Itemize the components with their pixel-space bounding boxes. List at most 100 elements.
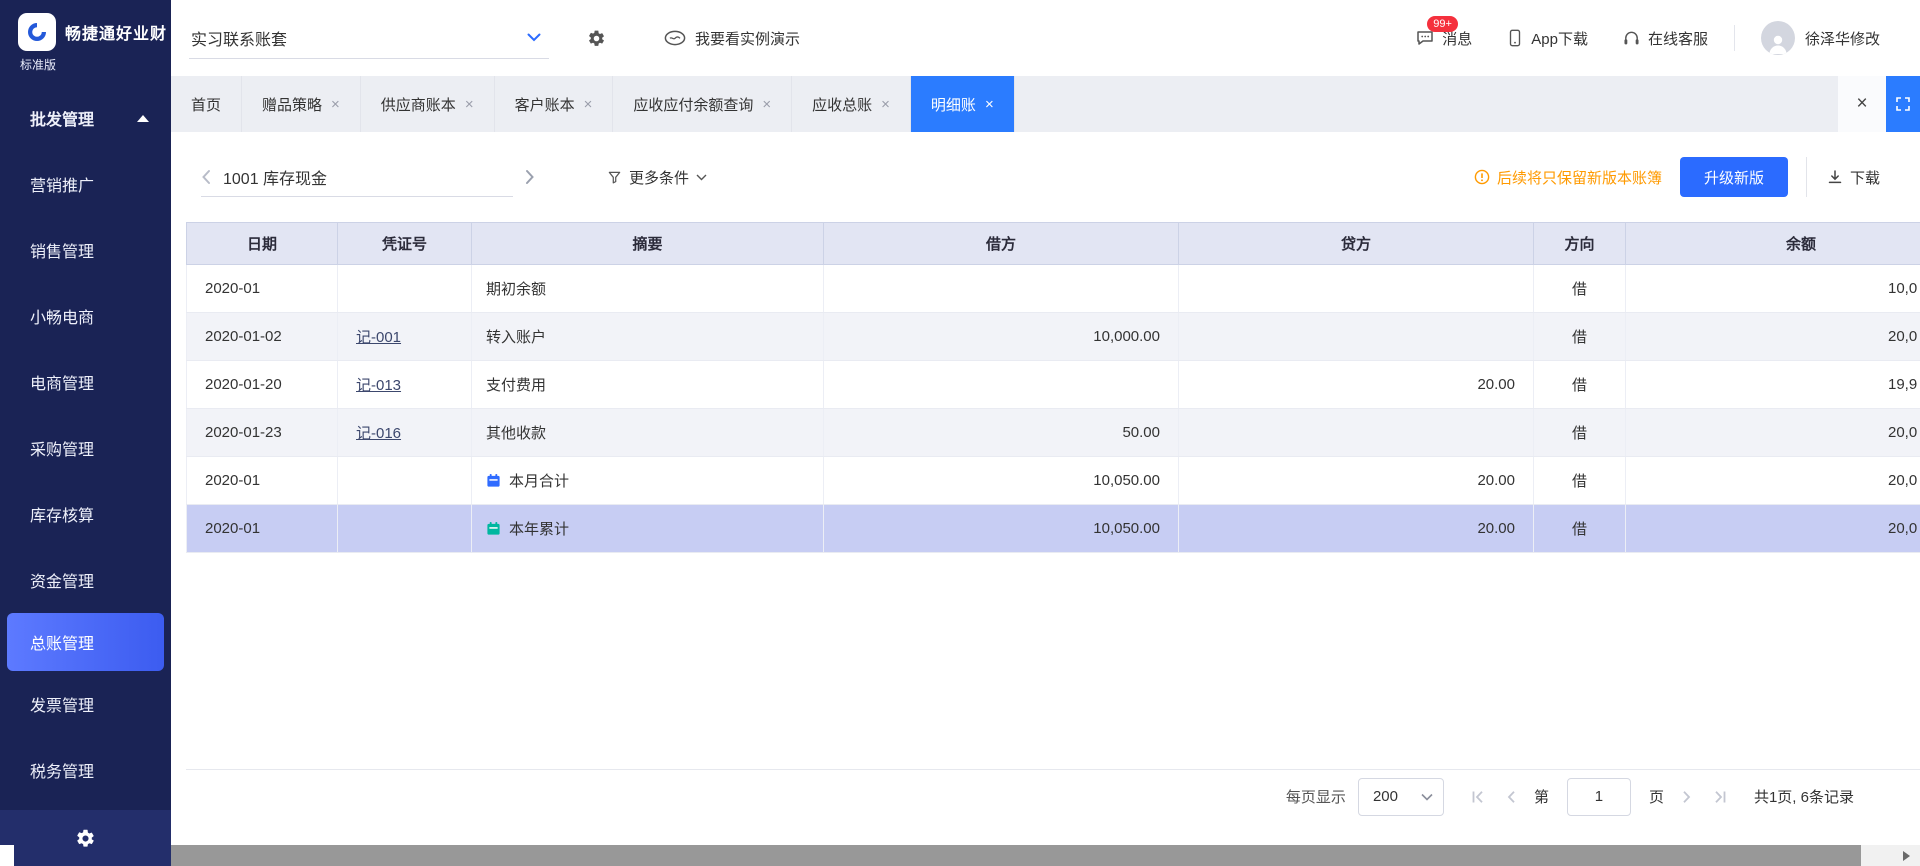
topbar: 实习联系账套 我要看实例演示 99+ 消息 App下载 在线客服 徐泽华修改 (171, 0, 1920, 76)
calendar-year-icon (486, 521, 501, 536)
voucher-link[interactable]: 记-016 (356, 425, 401, 442)
col-header-credit[interactable]: 贷方 (1178, 222, 1534, 265)
col-header-voucher[interactable]: 凭证号 (337, 222, 472, 265)
sidebar-item-sales[interactable]: 销售管理 (0, 217, 171, 283)
sidebar: 畅捷通好业财 标准版 批发管理 营销推广 销售管理 小畅电商 电商管理 采购管理… (0, 0, 171, 866)
cell-credit (1178, 408, 1534, 457)
upgrade-button[interactable]: 升级新版 (1679, 157, 1788, 197)
download-icon (1828, 170, 1842, 184)
horizontal-scrollbar[interactable] (171, 845, 1920, 866)
tab-home[interactable]: 首页 (171, 76, 243, 132)
demo-bubble-icon (664, 30, 686, 46)
cell-summary: 本年累计 (471, 504, 824, 553)
cell-voucher: 记-013 (337, 360, 472, 409)
close-icon[interactable]: × (331, 97, 340, 112)
more-filters-button[interactable]: 更多条件 (607, 167, 707, 188)
tab-detail-ledger[interactable]: 明细账 × (910, 76, 1015, 132)
account-name[interactable]: 1001 库存现金 (223, 165, 327, 189)
cell-credit (1178, 264, 1534, 313)
sidebar-item-inventory[interactable]: 库存核算 (0, 481, 171, 547)
download-button[interactable]: 下载 (1805, 157, 1880, 197)
cell-direction: 借 (1533, 408, 1626, 457)
sidebar-item-ecommerce[interactable]: 电商管理 (0, 349, 171, 415)
sidebar-item-tax[interactable]: 税务管理 (0, 737, 171, 803)
page-suffix-label: 页 (1648, 789, 1664, 806)
last-page-button[interactable] (1712, 789, 1728, 805)
table-row[interactable]: 2020-01-23 记-016 其他收款 50.00 借 20,0 (186, 408, 1920, 457)
table-header-row: 日期 凭证号 摘要 借方 贷方 方向 余额 (186, 222, 1920, 265)
sidebar-section-label: 批发管理 (30, 112, 95, 129)
scroll-right-arrow-icon[interactable] (1892, 845, 1920, 866)
sidebar-item-xiaochang-ecommerce[interactable]: 小畅电商 (0, 283, 171, 349)
tab-ar-ap-balance[interactable]: 应收应付余额查询 × (613, 76, 793, 132)
tab-label: 首页 (191, 96, 222, 114)
account-navigator: 1001 库存现金 (201, 157, 513, 197)
table-row[interactable]: 2020-01-02 记-001 转入账户 10,000.00 借 20,0 (186, 312, 1920, 361)
sidebar-item-purchase[interactable]: 采购管理 (0, 415, 171, 481)
user-action-button[interactable]: 徐泽华修改 (1805, 28, 1880, 49)
cell-summary: 其他收款 (471, 408, 824, 457)
close-icon[interactable]: × (584, 97, 593, 112)
sidebar-section-pifaguanli[interactable]: 批发管理 (0, 85, 171, 151)
messages-button[interactable]: 99+ 消息 (1415, 16, 1472, 49)
tab-ar-general-ledger[interactable]: 应收总账 × (792, 76, 911, 132)
summary-text: 本月合计 (509, 473, 570, 490)
tab-supplier-ledger[interactable]: 供应商账本 × (361, 76, 495, 132)
sidebar-item-marketing[interactable]: 营销推广 (0, 151, 171, 217)
topbar-right: 99+ 消息 App下载 在线客服 徐泽华修改 (1415, 16, 1880, 55)
voucher-link[interactable]: 记-001 (356, 329, 401, 346)
voucher-link[interactable]: 记-013 (356, 377, 401, 394)
close-icon[interactable]: × (881, 97, 890, 112)
upgrade-notice: 后续将只保留新版本账簿 (1474, 167, 1662, 188)
fullscreen-button[interactable] (1886, 76, 1920, 132)
next-page-button[interactable] (1682, 789, 1694, 805)
table-row[interactable]: 2020-01-20 记-013 支付费用 20.00 借 19,9 (186, 360, 1920, 409)
demo-link[interactable]: 我要看实例演示 (664, 28, 800, 49)
first-page-button[interactable] (1470, 789, 1486, 805)
sidebar-item-general-ledger[interactable]: 总账管理 (7, 613, 164, 671)
sidebar-item-invoice[interactable]: 发票管理 (0, 671, 171, 737)
next-account-arrow-icon[interactable] (525, 169, 535, 185)
col-header-date[interactable]: 日期 (186, 222, 338, 265)
per-page-select[interactable]: 200 (1357, 777, 1444, 816)
col-header-summary[interactable]: 摘要 (471, 222, 824, 265)
sidebar-item-label: 电商管理 (30, 376, 95, 393)
chevron-down-icon (527, 33, 541, 42)
scrollbar-thumb[interactable] (171, 845, 1861, 866)
table-row-year-total-selected[interactable]: 2020-01 本年累计 10,050.00 20.00 借 20,0 (186, 504, 1920, 553)
table-row-month-total[interactable]: 2020-01 本月合计 10,050.00 20.00 借 20,0 (186, 456, 1920, 505)
sidebar-item-label: 采购管理 (30, 442, 95, 459)
cell-debit (823, 264, 1179, 313)
page-number-input[interactable] (1566, 777, 1631, 816)
demo-link-label: 我要看实例演示 (695, 30, 801, 48)
gear-icon[interactable] (587, 29, 606, 48)
close-all-tabs-button[interactable]: × (1838, 76, 1886, 132)
sidebar-item-label: 小畅电商 (30, 310, 95, 327)
online-service-button[interactable]: 在线客服 (1622, 28, 1708, 49)
cell-debit (823, 360, 1179, 409)
col-header-balance[interactable]: 余额 (1625, 222, 1920, 265)
tab-gift-policy[interactable]: 赠品策略 × (242, 76, 361, 132)
settings-gear-icon[interactable] (75, 828, 96, 849)
logo-area: 畅捷通好业财 标准版 (0, 0, 171, 77)
sidebar-item-label: 营销推广 (30, 178, 95, 195)
close-icon[interactable]: × (985, 97, 994, 112)
sidebar-item-funds[interactable]: 资金管理 (0, 547, 171, 613)
cell-credit: 20.00 (1178, 360, 1534, 409)
col-header-direction[interactable]: 方向 (1533, 222, 1626, 265)
close-icon[interactable]: × (762, 97, 771, 112)
cell-voucher (337, 264, 472, 313)
prev-page-button[interactable] (1504, 789, 1516, 805)
tab-customer-ledger[interactable]: 客户账本 × (495, 76, 614, 132)
filter-funnel-icon (607, 170, 622, 185)
app-download-button[interactable]: App下载 (1506, 28, 1588, 49)
cell-date: 2020-01 (186, 264, 338, 313)
close-icon[interactable]: × (465, 97, 474, 112)
table-row[interactable]: 2020-01 期初余额 借 10,0 (186, 264, 1920, 313)
prev-account-arrow-icon[interactable] (201, 169, 211, 185)
account-set-select[interactable]: 实习联系账套 (189, 17, 549, 59)
avatar[interactable] (1760, 21, 1795, 55)
pager-controls: 第 页 (1470, 777, 1728, 816)
pagination-bar: 每页显示 200 第 页 (186, 769, 1920, 823)
col-header-debit[interactable]: 借方 (823, 222, 1179, 265)
